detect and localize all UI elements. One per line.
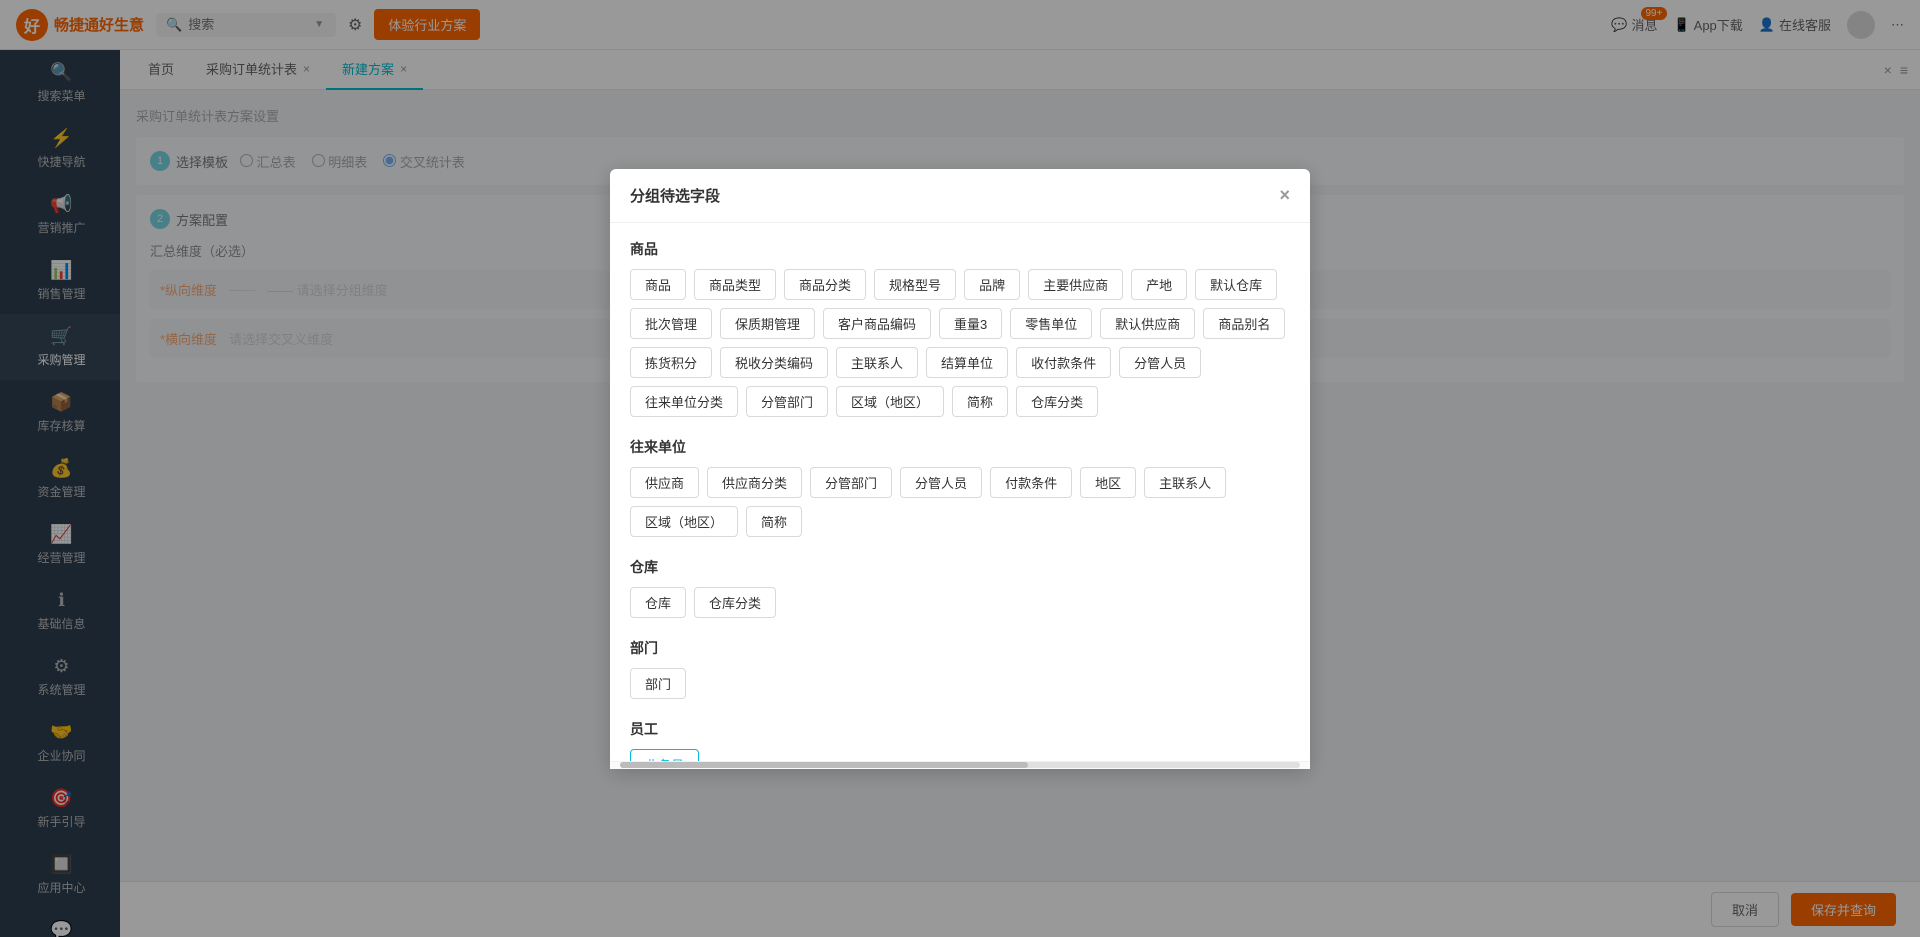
section-product-title: 商品 [630, 239, 1290, 259]
partner-fields: 供应商 供应商分类 分管部门 分管人员 付款条件 地区 主联系人 区域（地区） … [630, 467, 1290, 537]
field-tag-main-contact[interactable]: 主联系人 [836, 347, 918, 378]
field-tag-partner-category[interactable]: 往来单位分类 [630, 386, 738, 417]
modal-title: 分组待选字段 [630, 185, 720, 206]
modal-header: 分组待选字段 × [610, 169, 1310, 223]
field-tag-supervisor[interactable]: 分管人员 [1119, 347, 1201, 378]
field-tag-customer-code[interactable]: 客户商品编码 [823, 308, 931, 339]
field-tag-product-category[interactable]: 商品分类 [784, 269, 866, 300]
section-product: 商品 商品 商品类型 商品分类 规格型号 品牌 主要供应商 产地 默认仓库 批次… [630, 239, 1290, 417]
modal-body[interactable]: 商品 商品 商品类型 商品分类 规格型号 品牌 主要供应商 产地 默认仓库 批次… [610, 223, 1310, 761]
field-tag-payment-terms[interactable]: 收付款条件 [1016, 347, 1111, 378]
department-fields: 部门 [630, 668, 1290, 699]
field-tag-area[interactable]: 地区 [1080, 467, 1136, 498]
field-tag-supplier-cat[interactable]: 供应商分类 [707, 467, 802, 498]
section-warehouse: 仓库 仓库 仓库分类 [630, 557, 1290, 618]
field-tag-contact2[interactable]: 主联系人 [1144, 467, 1226, 498]
field-tag-brand[interactable]: 品牌 [964, 269, 1020, 300]
warehouse-fields: 仓库 仓库分类 [630, 587, 1290, 618]
product-fields: 商品 商品类型 商品分类 规格型号 品牌 主要供应商 产地 默认仓库 批次管理 … [630, 269, 1290, 417]
field-tag-dept2[interactable]: 分管部门 [810, 467, 892, 498]
field-tag-supervisor2[interactable]: 分管人员 [900, 467, 982, 498]
field-tag-warehouse-cat[interactable]: 仓库分类 [1016, 386, 1098, 417]
field-tag-default-supplier[interactable]: 默认供应商 [1100, 308, 1195, 339]
field-tag-default-warehouse[interactable]: 默认仓库 [1195, 269, 1277, 300]
section-partner: 往来单位 供应商 供应商分类 分管部门 分管人员 付款条件 地区 主联系人 区域… [630, 437, 1290, 537]
section-employee-title: 员工 [630, 719, 1290, 739]
field-tag-settlement-unit[interactable]: 结算单位 [926, 347, 1008, 378]
field-tag-spec-model[interactable]: 规格型号 [874, 269, 956, 300]
field-tag-warehouse-category[interactable]: 仓库分类 [694, 587, 776, 618]
hscroll-thumb [620, 762, 1028, 768]
field-tag-salesperson[interactable]: 业务员 [630, 749, 699, 761]
field-tag-region2[interactable]: 区域（地区） [630, 506, 738, 537]
field-tag-dept[interactable]: 分管部门 [746, 386, 828, 417]
section-department: 部门 部门 [630, 638, 1290, 699]
modal: 分组待选字段 × 商品 商品 商品类型 商品分类 规格型号 品牌 主要供应商 产… [610, 169, 1310, 769]
section-partner-title: 往来单位 [630, 437, 1290, 457]
section-employee: 员工 业务员 [630, 719, 1290, 761]
field-tag-warehouse[interactable]: 仓库 [630, 587, 686, 618]
field-tag-retail-unit[interactable]: 零售单位 [1010, 308, 1092, 339]
field-tag-supplier[interactable]: 供应商 [630, 467, 699, 498]
employee-fields: 业务员 [630, 749, 1290, 761]
field-tag-batch[interactable]: 批次管理 [630, 308, 712, 339]
modal-scrollbar[interactable] [610, 761, 1310, 769]
field-tag-product-type[interactable]: 商品类型 [694, 269, 776, 300]
field-tag-department[interactable]: 部门 [630, 668, 686, 699]
section-warehouse-title: 仓库 [630, 557, 1290, 577]
field-tag-tax-code[interactable]: 税收分类编码 [720, 347, 828, 378]
field-tag-payment[interactable]: 付款条件 [990, 467, 1072, 498]
modal-overlay: 分组待选字段 × 商品 商品 商品类型 商品分类 规格型号 品牌 主要供应商 产… [0, 0, 1920, 937]
field-tag-expiry[interactable]: 保质期管理 [720, 308, 815, 339]
field-tag-region[interactable]: 区域（地区） [836, 386, 944, 417]
field-tag-short-name[interactable]: 简称 [952, 386, 1008, 417]
field-tag-product[interactable]: 商品 [630, 269, 686, 300]
field-tag-pick-score[interactable]: 拣货积分 [630, 347, 712, 378]
hscroll-track [620, 762, 1300, 768]
section-department-title: 部门 [630, 638, 1290, 658]
field-tag-origin[interactable]: 产地 [1131, 269, 1187, 300]
field-tag-alias[interactable]: 商品别名 [1203, 308, 1285, 339]
field-tag-short2[interactable]: 简称 [746, 506, 802, 537]
field-tag-main-supplier[interactable]: 主要供应商 [1028, 269, 1123, 300]
field-tag-weight[interactable]: 重量3 [939, 308, 1002, 339]
modal-close-button[interactable]: × [1279, 185, 1290, 206]
